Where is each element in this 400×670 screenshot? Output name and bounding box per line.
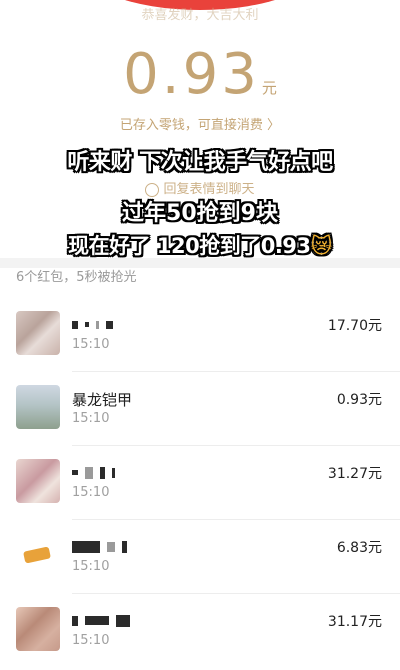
avatar[interactable] bbox=[16, 311, 60, 355]
claim-amount: 6.83元 bbox=[336, 540, 382, 556]
claim-amount: 31.27元 bbox=[327, 466, 382, 482]
recipient-name: 暴龙铠甲 bbox=[72, 391, 133, 409]
recipient-name-redacted bbox=[72, 537, 134, 555]
avatar[interactable] bbox=[16, 385, 60, 429]
caption-line-1: 听来财 下次让我手气好点吧 bbox=[67, 150, 333, 175]
recipient-name-redacted bbox=[72, 463, 122, 481]
amount-unit: 元 bbox=[261, 79, 277, 97]
claim-time: 15:10 bbox=[72, 337, 110, 352]
avatar[interactable] bbox=[16, 607, 60, 651]
recipient-list: 15:10 17.70元 暴龙铠甲 15:10 0.93元 15:10 31.2… bbox=[0, 297, 400, 667]
avatar[interactable] bbox=[16, 459, 60, 503]
recipient-name-redacted bbox=[72, 611, 137, 629]
avatar[interactable] bbox=[16, 533, 60, 577]
list-item[interactable]: 15:10 31.27元 bbox=[0, 445, 400, 519]
crying-cat-emoji: 😿 bbox=[310, 234, 333, 258]
list-item[interactable]: 15:10 31.17元 bbox=[0, 593, 400, 667]
deposit-to-wallet-link[interactable]: 已存入零钱，可直接消费 〉 bbox=[0, 114, 400, 133]
caption-line-3-text: 现在好了 120抢到了0.93 bbox=[68, 234, 311, 258]
claim-time: 15:10 bbox=[72, 485, 110, 500]
caption-line-2: 过年50抢到9块 bbox=[122, 201, 278, 226]
claim-amount: 17.70元 bbox=[327, 318, 382, 334]
claim-time: 15:10 bbox=[72, 411, 110, 426]
claim-time: 15:10 bbox=[72, 559, 110, 574]
list-item[interactable]: 15:10 17.70元 bbox=[0, 297, 400, 371]
recipient-name-redacted bbox=[72, 315, 120, 333]
envelope-summary: 6个红包，5秒被抢光 bbox=[16, 270, 137, 285]
received-amount: 0.93 元 bbox=[0, 42, 400, 107]
claim-time: 15:10 bbox=[72, 633, 110, 648]
claim-amount: 0.93元 bbox=[336, 392, 382, 408]
list-item[interactable]: 暴龙铠甲 15:10 0.93元 bbox=[0, 371, 400, 445]
list-item[interactable]: 15:10 6.83元 bbox=[0, 519, 400, 593]
amount-value: 0.93 bbox=[123, 42, 260, 107]
claim-amount: 31.17元 bbox=[327, 614, 382, 630]
caption-line-3: 现在好了 120抢到了0.93😿 bbox=[0, 230, 400, 260]
envelope-greeting: 恭喜发财，大吉大利 bbox=[141, 8, 259, 23]
